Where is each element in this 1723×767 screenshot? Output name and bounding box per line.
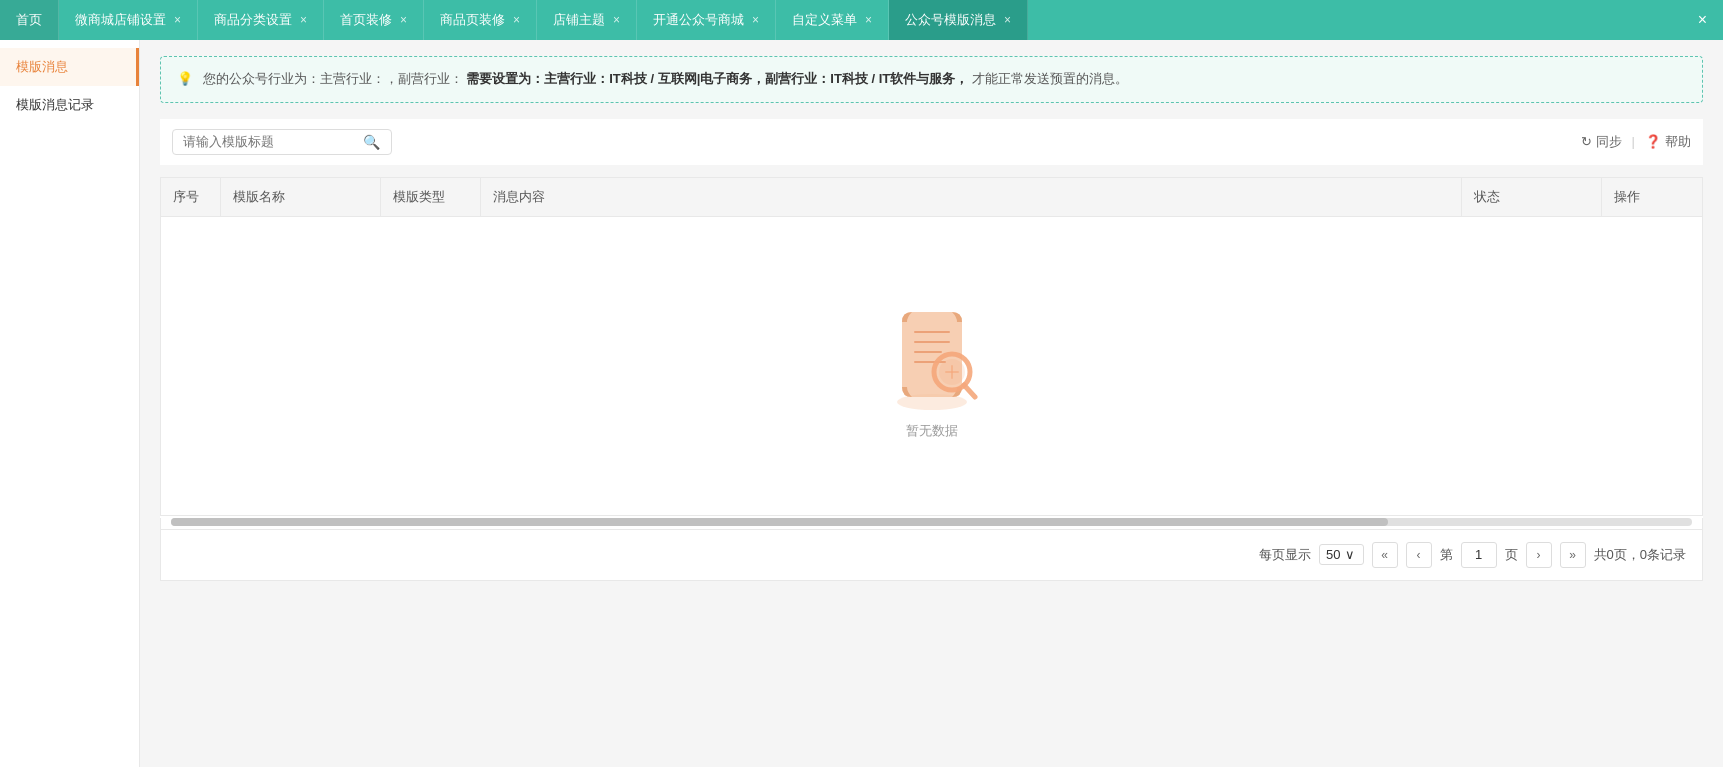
nav-item-product-decor[interactable]: 商品页装修 ×	[424, 0, 537, 40]
nav-item-menu[interactable]: 自定义菜单 ×	[776, 0, 889, 40]
close-icon[interactable]: ×	[752, 13, 759, 27]
sidebar-item-template-msg-log[interactable]: 模版消息记录	[0, 86, 139, 124]
per-page-select[interactable]: 50 ∨	[1319, 544, 1363, 565]
close-icon[interactable]: ×	[300, 13, 307, 27]
first-page-button[interactable]: «	[1372, 542, 1398, 568]
help-icon: ❓	[1645, 134, 1661, 149]
total-info: 共0页，0条记录	[1594, 546, 1686, 564]
nav-item-theme[interactable]: 店铺主题 ×	[537, 0, 637, 40]
page-suffix-label: 页	[1505, 546, 1518, 564]
help-button[interactable]: ❓ 帮助	[1645, 133, 1691, 151]
close-icon[interactable]: ×	[613, 13, 620, 27]
prev-page-button[interactable]: ‹	[1406, 542, 1432, 568]
nav-item-category[interactable]: 商品分类设置 ×	[198, 0, 324, 40]
main-layout: 模版消息 模版消息记录 💡 您的公众号行业为：主营行业：，副营行业： 需要设置为…	[0, 40, 1723, 767]
th-name: 模版名称	[221, 178, 381, 216]
empty-text: 暂无数据	[906, 422, 958, 440]
dropdown-arrow-icon: ∨	[1345, 547, 1355, 562]
close-icon[interactable]: ×	[174, 13, 181, 27]
content-area: 💡 您的公众号行业为：主营行业：，副营行业： 需要设置为：主营行业：IT科技 /…	[140, 40, 1723, 767]
sidebar-item-template-msg[interactable]: 模版消息	[0, 48, 139, 86]
data-table: 序号 模版名称 模版类型 消息内容 状态 操作	[160, 177, 1703, 581]
next-page-button[interactable]: ›	[1526, 542, 1552, 568]
nav-item-shop-settings[interactable]: 微商城店铺设置 ×	[59, 0, 198, 40]
lightbulb-icon: 💡	[177, 71, 193, 86]
th-action: 操作	[1602, 178, 1702, 216]
sidebar: 模版消息 模版消息记录	[0, 40, 140, 767]
scrollbar-thumb[interactable]	[171, 518, 1388, 526]
table-body: 暂无数据	[160, 216, 1703, 516]
th-content: 消息内容	[481, 178, 1462, 216]
per-page-value: 50	[1326, 547, 1340, 562]
sync-button[interactable]: ↻ 同步	[1581, 133, 1622, 151]
close-icon[interactable]: ×	[1004, 13, 1011, 27]
close-icon[interactable]: ×	[513, 13, 520, 27]
last-page-button[interactable]: »	[1560, 542, 1586, 568]
th-index: 序号	[161, 178, 221, 216]
nav-item-template-msg[interactable]: 公众号模版消息 ×	[889, 0, 1028, 40]
top-navigation: 首页 微商城店铺设置 × 商品分类设置 × 首页装修 × 商品页装修 × 店铺主…	[0, 0, 1723, 40]
close-all-button[interactable]: ×	[1682, 11, 1723, 29]
toolbar-right: ↻ 同步 | ❓ 帮助	[1581, 133, 1691, 151]
search-input-wrap[interactable]: 🔍	[172, 129, 392, 155]
horizontal-scrollbar[interactable]	[160, 518, 1703, 530]
empty-state: 暂无数据	[867, 262, 997, 470]
search-bar: 🔍 ↻ 同步 | ❓ 帮助	[160, 119, 1703, 165]
refresh-icon: ↻	[1581, 134, 1592, 149]
divider: |	[1632, 134, 1635, 149]
nav-item-home[interactable]: 首页	[0, 0, 59, 40]
svg-line-7	[964, 385, 975, 397]
close-icon[interactable]: ×	[865, 13, 872, 27]
search-icon[interactable]: 🔍	[363, 134, 380, 150]
search-input[interactable]	[183, 134, 363, 149]
empty-illustration	[867, 292, 997, 422]
close-icon[interactable]: ×	[400, 13, 407, 27]
th-type: 模版类型	[381, 178, 481, 216]
notice-box: 💡 您的公众号行业为：主营行业：，副营行业： 需要设置为：主营行业：IT科技 /…	[160, 56, 1703, 103]
per-page-label: 每页显示	[1259, 546, 1311, 564]
scrollbar-track[interactable]	[171, 518, 1692, 526]
table-header: 序号 模版名称 模版类型 消息内容 状态 操作	[160, 177, 1703, 216]
pagination: 每页显示 50 ∨ « ‹ 第 页 › »	[160, 530, 1703, 581]
page-prefix-label: 第	[1440, 546, 1453, 564]
nav-item-mall[interactable]: 开通公众号商城 ×	[637, 0, 776, 40]
th-status: 状态	[1462, 178, 1602, 216]
nav-item-home-decor[interactable]: 首页装修 ×	[324, 0, 424, 40]
page-input[interactable]	[1461, 542, 1497, 568]
